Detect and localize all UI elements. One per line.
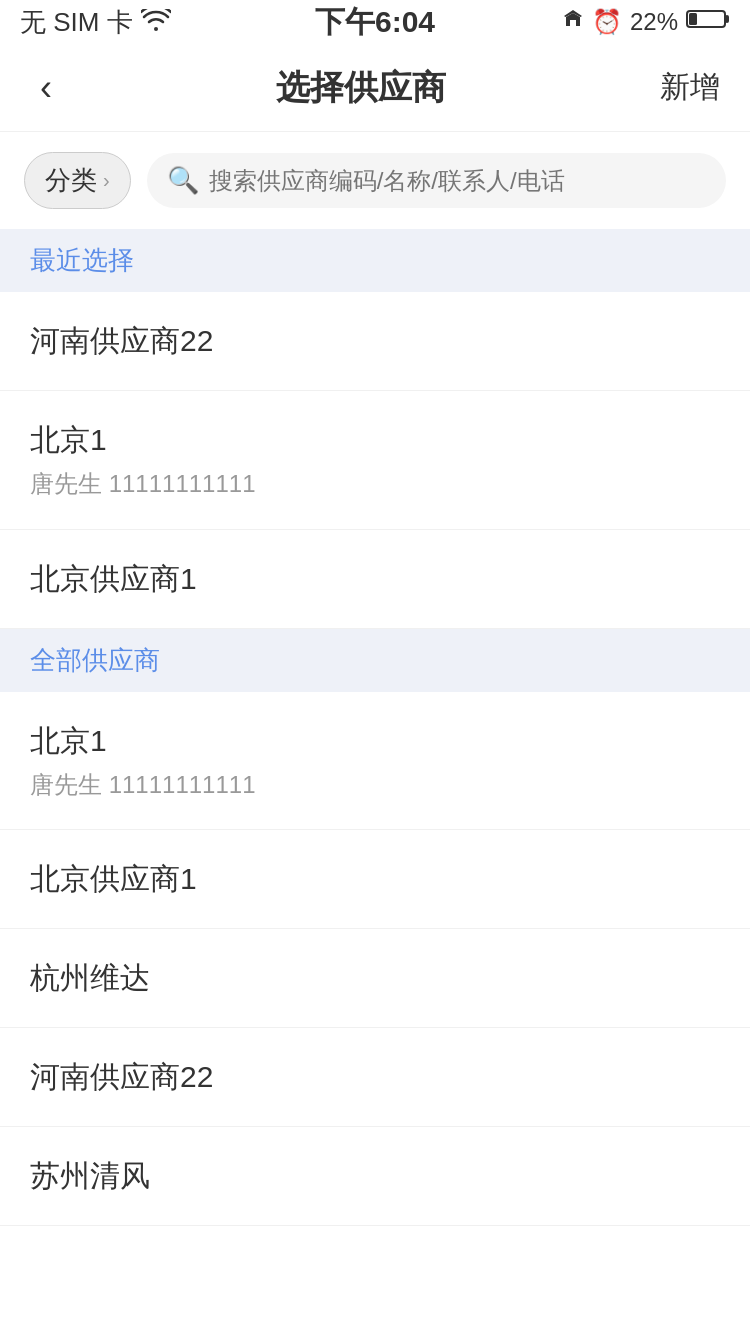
page-title: 选择供应商 — [276, 65, 446, 111]
add-button[interactable]: 新增 — [660, 67, 720, 108]
status-left: 无 SIM 卡 — [20, 5, 171, 40]
battery-text: 22% — [630, 8, 678, 36]
status-time: 下午6:04 — [315, 2, 435, 43]
category-button[interactable]: 分类 › — [24, 152, 131, 209]
search-box: 🔍 — [147, 153, 726, 208]
item-name: 河南供应商22 — [30, 320, 720, 362]
svg-rect-2 — [725, 15, 729, 23]
alarm-icon: ⏰ — [592, 8, 622, 36]
list-item[interactable]: 苏州清风 — [0, 1127, 750, 1226]
battery-icon — [686, 8, 730, 36]
item-name: 北京供应商1 — [30, 558, 720, 600]
location-icon — [562, 8, 584, 36]
filter-bar: 分类 › 🔍 — [0, 132, 750, 229]
item-sub: 唐先生 11111111111 — [30, 467, 720, 501]
list-item[interactable]: 北京供应商1 — [0, 530, 750, 629]
item-name: 北京1 — [30, 419, 720, 461]
all-section-label: 全部供应商 — [30, 645, 160, 675]
item-name: 苏州清风 — [30, 1155, 720, 1197]
category-label: 分类 — [45, 163, 97, 198]
list-item[interactable]: 北京1 唐先生 11111111111 — [0, 692, 750, 831]
status-bar: 无 SIM 卡 下午6:04 ⏰ 22% — [0, 0, 750, 44]
recent-section-label: 最近选择 — [30, 245, 134, 275]
item-name: 北京1 — [30, 720, 720, 762]
search-input[interactable] — [209, 167, 706, 195]
item-name: 北京供应商1 — [30, 858, 720, 900]
all-list: 北京1 唐先生 11111111111 北京供应商1 杭州维达河南供应商22 苏州清风 — [0, 692, 750, 1227]
recent-section-header: 最近选择 — [0, 229, 750, 292]
chevron-right-icon: › — [103, 169, 110, 192]
list-item[interactable]: 河南供应商22 — [0, 292, 750, 391]
list-item[interactable]: 北京供应商1 — [0, 830, 750, 929]
list-item[interactable]: 北京1 唐先生 11111111111 — [0, 391, 750, 530]
list-item[interactable]: 河南供应商22 — [0, 1028, 750, 1127]
list-item[interactable]: 杭州维达 — [0, 929, 750, 1028]
sim-label: 无 SIM 卡 — [20, 5, 133, 40]
svg-rect-1 — [689, 13, 697, 25]
recent-list: 河南供应商22 北京1 唐先生 11111111111 北京供应商1 — [0, 292, 750, 629]
wifi-icon — [141, 7, 171, 38]
item-name: 杭州维达 — [30, 957, 720, 999]
search-icon: 🔍 — [167, 165, 199, 196]
status-right: ⏰ 22% — [562, 8, 730, 36]
all-section-header: 全部供应商 — [0, 629, 750, 692]
item-sub: 唐先生 11111111111 — [30, 768, 720, 802]
item-name: 河南供应商22 — [30, 1056, 720, 1098]
nav-bar: ‹ 选择供应商 新增 — [0, 44, 750, 132]
back-button[interactable]: ‹ — [30, 57, 62, 119]
